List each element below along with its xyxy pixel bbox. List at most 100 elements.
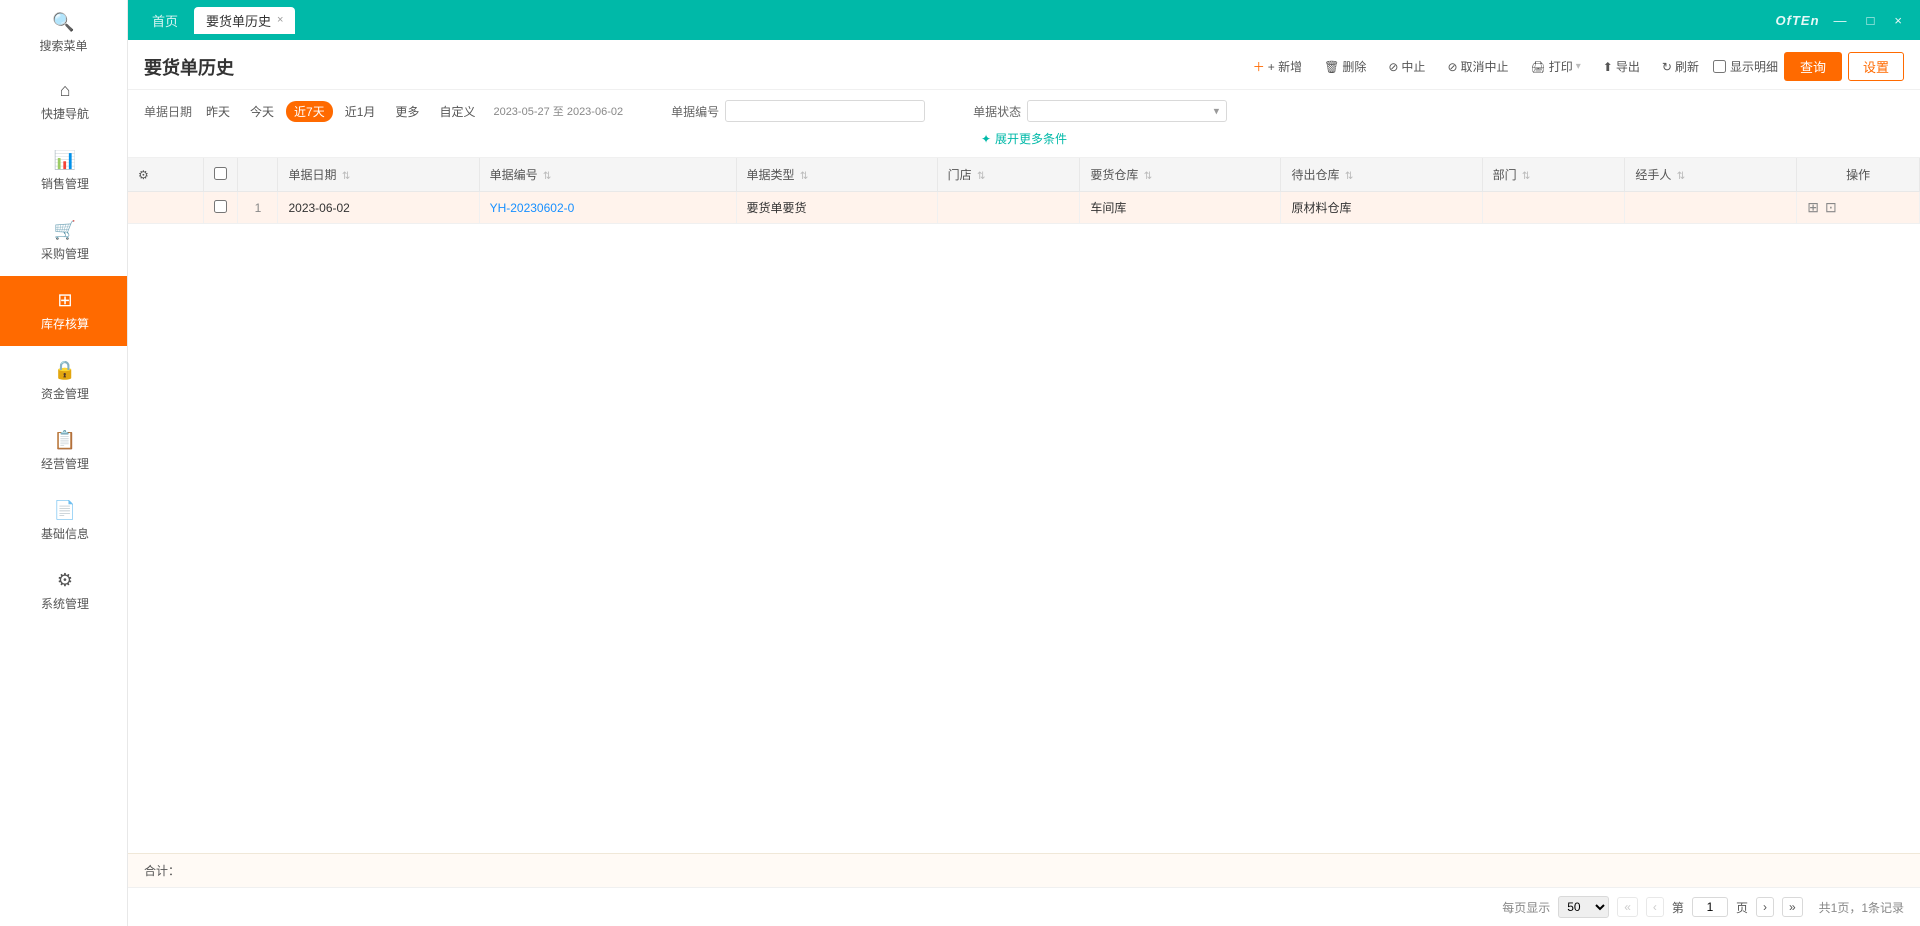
inventory-icon: ⊞ — [57, 290, 72, 311]
search-icon: 🔍 — [52, 12, 74, 33]
doc-number-link[interactable]: YH-20230602-0 — [490, 201, 575, 215]
sidebar-item-inventory[interactable]: ⊞ 库存核算 — [0, 276, 127, 346]
maximize-btn[interactable]: □ — [1861, 11, 1881, 30]
brand-label: OfTEn — [1776, 13, 1820, 28]
td-num: 1 — [238, 192, 278, 224]
minimize-btn[interactable]: — — [1828, 11, 1853, 30]
date-btn-today[interactable]: 今天 — [242, 101, 282, 122]
copy-action-icon[interactable]: ⊡ — [1825, 199, 1837, 216]
date-btn-7days[interactable]: 近7天 — [286, 101, 333, 122]
td-expand — [128, 192, 204, 224]
date-btn-more[interactable]: 更多 — [387, 101, 427, 122]
th-doc-type[interactable]: 单据类型 ⇅ — [736, 158, 937, 192]
date-btn-custom[interactable]: 自定义 — [431, 101, 483, 122]
doc-number-input[interactable] — [725, 100, 925, 122]
gear-icon: ⚙ — [57, 570, 73, 591]
suspend-icon: ⊘ — [1388, 60, 1398, 74]
sidebar-item-operations[interactable]: 📋 经营管理 — [0, 416, 127, 486]
refresh-button[interactable]: ↻ 刷新 — [1654, 54, 1707, 79]
display-detail-input[interactable] — [1713, 60, 1726, 73]
last-page-btn[interactable]: » — [1782, 897, 1803, 917]
sort-icon-store: ⇅ — [977, 171, 985, 182]
sort-icon-doc-number: ⇅ — [543, 171, 551, 182]
print-button[interactable]: 🖨 打印 ▾ — [1523, 54, 1589, 79]
date-btn-yesterday[interactable]: 昨天 — [198, 101, 238, 122]
topbar: 首页 要货单历史 × OfTEn — □ × — [128, 0, 1920, 40]
page-input[interactable] — [1692, 897, 1728, 917]
table-row: 1 2023-06-02 YH-20230602-0 要货单要货 车间库 原材料… — [128, 192, 1920, 224]
date-filter-label: 单据日期 — [144, 103, 192, 120]
sidebar-item-system[interactable]: ⚙ 系统管理 — [0, 556, 127, 626]
tab-close-icon[interactable]: × — [277, 14, 283, 26]
th-doc-date[interactable]: 单据日期 ⇅ — [278, 158, 479, 192]
th-req-warehouse[interactable]: 要货仓库 ⇅ — [1080, 158, 1281, 192]
sidebar-item-quick-nav[interactable]: ⌂ 快捷导航 — [0, 66, 127, 136]
prev-page-btn[interactable]: ‹ — [1646, 897, 1664, 917]
clipboard-icon: 📋 — [54, 430, 76, 451]
data-table: ⚙ 单据日期 ⇅ 单据编号 ⇅ — [128, 158, 1920, 224]
display-detail-checkbox[interactable]: 显示明细 — [1713, 58, 1778, 75]
date-btn-1month[interactable]: 近1月 — [337, 101, 384, 122]
sidebar-item-label: 库存核算 — [41, 315, 89, 332]
sort-icon-req-warehouse: ⇅ — [1144, 171, 1152, 182]
doc-status-filter-group: 单据状态 — [973, 100, 1227, 122]
doc-status-select-wrapper — [1027, 100, 1227, 122]
first-page-btn[interactable]: « — [1617, 897, 1638, 917]
doc-status-select[interactable] — [1027, 100, 1227, 122]
th-department[interactable]: 部门 ⇅ — [1482, 158, 1625, 192]
cart-icon: 🛒 — [54, 220, 76, 241]
expand-more-btn[interactable]: ✦ 展开更多条件 — [981, 130, 1067, 147]
view-action-icon[interactable]: ⊞ — [1807, 199, 1819, 216]
sidebar-item-finance[interactable]: 🔒 资金管理 — [0, 346, 127, 416]
content: 要货单历史 ＋ + 新增 🗑 删除 ⊘ 中止 ⊘ 取消中止 — [128, 40, 1920, 926]
sidebar-item-purchase[interactable]: 🛒 采购管理 — [0, 206, 127, 276]
close-btn[interactable]: × — [1888, 11, 1908, 30]
delete-icon: 🗑 — [1324, 60, 1339, 74]
delete-button[interactable]: 🗑 删除 — [1316, 54, 1374, 79]
add-button[interactable]: ＋ + 新增 — [1245, 54, 1310, 79]
page-size-label: 每页显示 — [1502, 899, 1550, 916]
cancel-suspend-button[interactable]: ⊘ 取消中止 — [1439, 54, 1516, 79]
table-container: ⚙ 单据日期 ⇅ 单据编号 ⇅ — [128, 158, 1920, 853]
tab-requisition-history-label: 要货单历史 — [206, 11, 271, 30]
sidebar-item-label: 系统管理 — [41, 595, 89, 612]
select-all-checkbox[interactable] — [214, 167, 227, 180]
date-filters: 昨天 今天 近7天 近1月 更多 自定义 — [198, 101, 483, 122]
sidebar-search[interactable]: 🔍 搜索菜单 — [0, 0, 127, 66]
td-req-warehouse: 车间库 — [1080, 192, 1281, 224]
tab-requisition-history[interactable]: 要货单历史 × — [194, 7, 295, 34]
query-button[interactable]: 查询 — [1784, 52, 1842, 81]
export-button[interactable]: ⬆ 导出 — [1595, 54, 1648, 79]
pagination-bar: 每页显示 50 10 20 100 « ‹ 第 页 › » 共1页，1条记录 — [128, 887, 1920, 926]
th-num — [238, 158, 278, 192]
total-label: 合计： — [144, 862, 180, 879]
table-header-row: ⚙ 单据日期 ⇅ 单据编号 ⇅ — [128, 158, 1920, 192]
sidebar-item-label: 基础信息 — [41, 525, 89, 542]
sort-icon-handler: ⇅ — [1677, 171, 1685, 182]
th-actions: 操作 — [1797, 158, 1920, 192]
sidebar: 🔍 搜索菜单 ⌂ 快捷导航 📊 销售管理 🛒 采购管理 ⊞ 库存核算 🔒 资金管… — [0, 0, 128, 926]
sidebar-search-label: 搜索菜单 — [39, 37, 87, 54]
th-gear[interactable]: ⚙ — [128, 158, 204, 192]
document-icon: 📄 — [54, 500, 76, 521]
sort-icon-pending-warehouse: ⇅ — [1345, 171, 1353, 182]
row-checkbox[interactable] — [214, 200, 227, 213]
th-doc-number[interactable]: 单据编号 ⇅ — [479, 158, 736, 192]
chevron-down-icon: ✦ — [981, 132, 991, 146]
main-area: 首页 要货单历史 × OfTEn — □ × 要货单历史 ＋ + 新增 🗑 — [128, 0, 1920, 926]
settings-button[interactable]: 设置 — [1848, 52, 1904, 81]
date-filter-group: 单据日期 昨天 今天 近7天 近1月 更多 自定义 2023-05-27 至 2… — [144, 101, 623, 122]
td-store — [937, 192, 1080, 224]
next-page-btn[interactable]: › — [1756, 897, 1774, 917]
td-doc-type: 要货单要货 — [736, 192, 937, 224]
sidebar-item-sales[interactable]: 📊 销售管理 — [0, 136, 127, 206]
th-handler[interactable]: 经手人 ⇅ — [1625, 158, 1797, 192]
sidebar-item-basic-info[interactable]: 📄 基础信息 — [0, 486, 127, 556]
td-checkbox — [204, 192, 238, 224]
th-store[interactable]: 门店 ⇅ — [937, 158, 1080, 192]
page-size-select[interactable]: 50 10 20 100 — [1558, 896, 1609, 918]
sidebar-item-label: 快捷导航 — [41, 105, 89, 122]
suspend-button[interactable]: ⊘ 中止 — [1380, 54, 1433, 79]
tab-home[interactable]: 首页 — [140, 7, 190, 34]
th-pending-warehouse[interactable]: 待出仓库 ⇅ — [1281, 158, 1482, 192]
